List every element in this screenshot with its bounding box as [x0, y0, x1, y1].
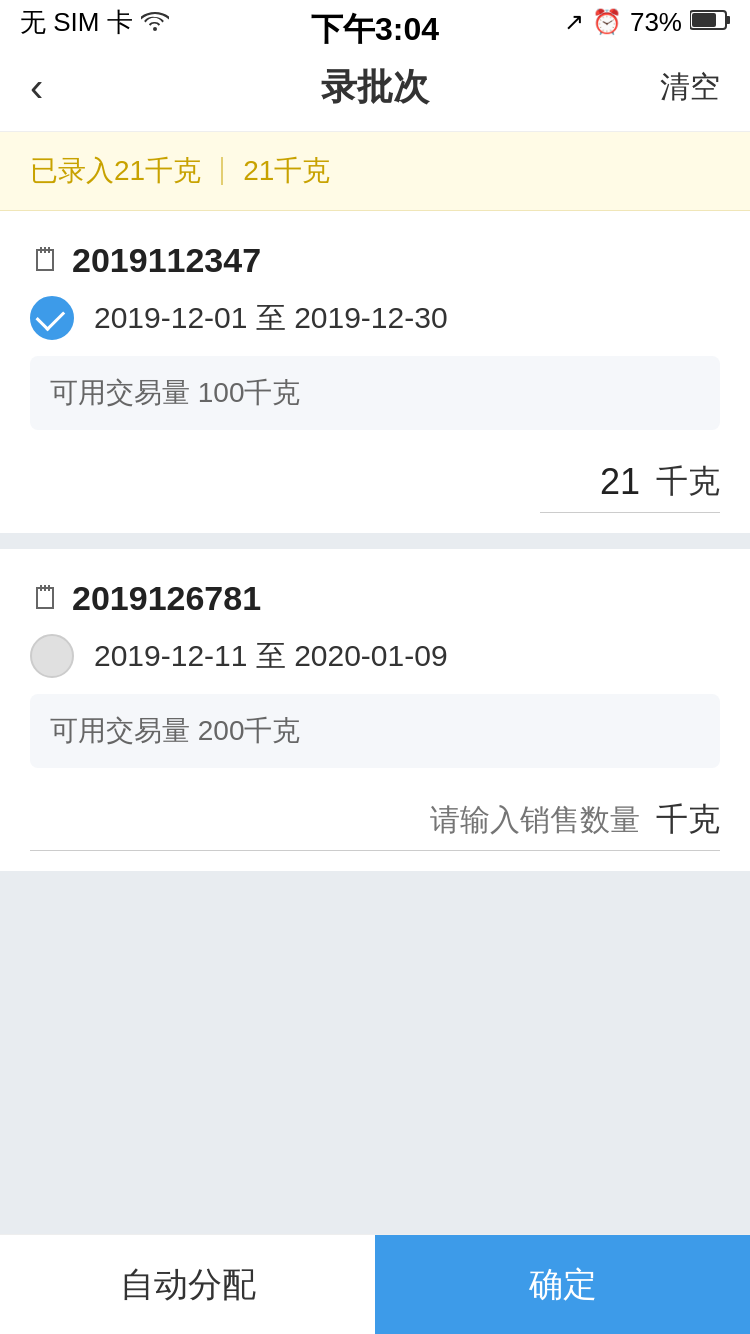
batch-divider	[0, 533, 750, 549]
content-area: 🗒 2019112347 2019-12-01 至 2019-12-30 可用交…	[0, 211, 750, 871]
batch-header-1: 🗒 2019112347	[30, 241, 720, 280]
no-sim-text: 无 SIM 卡	[20, 5, 133, 40]
status-right: ↗ ⏰ 73%	[564, 7, 730, 38]
batch-date-row-1: 2019-12-01 至 2019-12-30	[30, 296, 720, 340]
back-button[interactable]: ‹	[30, 65, 90, 110]
battery-icon	[690, 7, 730, 38]
batch-item-2: 🗒 2019126781 2019-12-11 至 2020-01-09 可用交…	[0, 549, 750, 871]
wifi-icon	[141, 7, 169, 38]
status-time: 下午3:04	[311, 8, 439, 52]
batch-amount-row-1: 千克	[30, 450, 720, 533]
confirm-button[interactable]: 确定	[375, 1235, 750, 1334]
auto-distribute-button[interactable]: 自动分配	[0, 1235, 375, 1334]
battery-text: 73%	[630, 7, 682, 38]
location-icon: ↗	[564, 8, 584, 36]
doc-icon-2: 🗒	[30, 580, 62, 617]
batch-amount-input-1[interactable]	[540, 461, 640, 503]
svg-rect-1	[726, 16, 730, 24]
batch-date-row-2: 2019-12-11 至 2020-01-09	[30, 634, 720, 678]
info-banner: 已录入21千克 21千克	[0, 132, 750, 211]
svg-rect-2	[692, 13, 716, 27]
batch-unit-2: 千克	[656, 798, 720, 842]
nav-bar: ‹ 录批次 清空	[0, 44, 750, 132]
total-amount: 21千克	[243, 152, 330, 190]
alarm-icon: ⏰	[592, 8, 622, 36]
page-title: 录批次	[321, 63, 429, 112]
batch-id-1: 2019112347	[72, 241, 261, 280]
status-left: 无 SIM 卡	[20, 5, 169, 40]
recorded-amount: 已录入21千克	[30, 152, 201, 190]
status-bar: 无 SIM 卡 下午3:04 ↗ ⏰ 73%	[0, 0, 750, 44]
batch-amount-input-2[interactable]	[340, 803, 640, 837]
info-divider	[221, 157, 223, 185]
batch-avail-2: 可用交易量 200千克	[30, 694, 720, 768]
doc-icon-1: 🗒	[30, 242, 62, 279]
batch-avail-1: 可用交易量 100千克	[30, 356, 720, 430]
batch-date-1: 2019-12-01 至 2019-12-30	[94, 298, 448, 339]
bottom-bar: 自动分配 确定	[0, 1234, 750, 1334]
batch-id-2: 2019126781	[72, 579, 261, 618]
batch-checkbox-2[interactable]	[30, 634, 74, 678]
batch-header-2: 🗒 2019126781	[30, 579, 720, 618]
batch-date-2: 2019-12-11 至 2020-01-09	[94, 636, 448, 677]
batch-item-1: 🗒 2019112347 2019-12-01 至 2019-12-30 可用交…	[0, 211, 750, 533]
batch-unit-1: 千克	[656, 460, 720, 504]
clear-button[interactable]: 清空	[660, 67, 720, 108]
batch-checkbox-1[interactable]	[30, 296, 74, 340]
batch-amount-row-2: 千克	[30, 788, 720, 871]
